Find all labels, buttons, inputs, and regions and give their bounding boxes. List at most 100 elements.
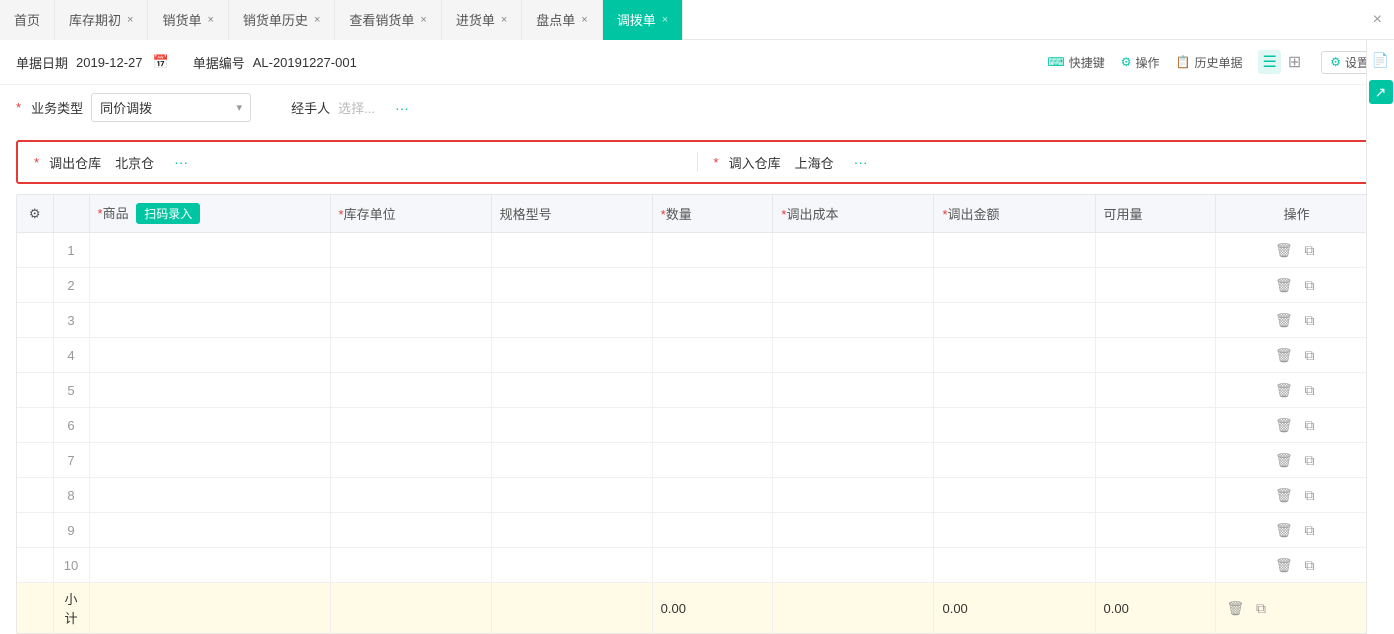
row-qty-cell[interactable] — [652, 268, 773, 303]
row-unit-cell[interactable] — [330, 478, 491, 513]
row-unit-cell[interactable] — [330, 513, 491, 548]
subtotal-delete-icon[interactable]: 🗑 — [1224, 597, 1246, 619]
row-delete-icon[interactable]: 🗑 — [1273, 344, 1295, 366]
handler-select[interactable]: 选择... — [338, 98, 375, 117]
row-product-cell[interactable] — [89, 443, 330, 478]
row-spec-cell[interactable] — [491, 443, 652, 478]
row-amount-cell[interactable] — [934, 513, 1095, 548]
row-cost-cell[interactable] — [773, 408, 934, 443]
row-qty-cell[interactable] — [652, 513, 773, 548]
row-cost-cell[interactable] — [773, 338, 934, 373]
row-unit-cell[interactable] — [330, 233, 491, 268]
tab-close-icon[interactable]: × — [314, 14, 320, 26]
row-amount-cell[interactable] — [934, 233, 1095, 268]
row-qty-cell[interactable] — [652, 373, 773, 408]
row-amount-cell[interactable] — [934, 478, 1095, 513]
tab-home[interactable]: 首页 — [0, 0, 55, 40]
row-delete-icon[interactable]: 🗑 — [1273, 519, 1295, 541]
row-amount-cell[interactable] — [934, 338, 1095, 373]
row-delete-icon[interactable]: 🗑 — [1273, 309, 1295, 331]
row-product-cell[interactable] — [89, 303, 330, 338]
row-copy-icon[interactable]: ⧉ — [1298, 519, 1320, 541]
tab-sales[interactable]: 销货单 × — [148, 0, 228, 40]
row-spec-cell[interactable] — [491, 478, 652, 513]
row-product-cell[interactable] — [89, 338, 330, 373]
handler-more-btn[interactable]: ··· — [395, 100, 409, 116]
row-spec-cell[interactable] — [491, 233, 652, 268]
list-view-icon[interactable]: ☰ — [1258, 50, 1280, 74]
tab-close-icon[interactable]: × — [207, 14, 213, 26]
grid-view-icon[interactable]: ⊞ — [1284, 50, 1305, 74]
row-unit-cell[interactable] — [330, 338, 491, 373]
row-copy-icon[interactable]: ⧉ — [1298, 449, 1320, 471]
row-delete-icon[interactable]: 🗑 — [1273, 484, 1295, 506]
row-copy-icon[interactable]: ⧉ — [1298, 239, 1320, 261]
tab-close-icon[interactable]: × — [581, 14, 587, 26]
row-amount-cell[interactable] — [934, 408, 1095, 443]
history-button[interactable]: 📋 历史单据 — [1176, 54, 1243, 71]
row-delete-icon[interactable]: 🗑 — [1273, 449, 1295, 471]
tab-close-icon[interactable]: × — [662, 14, 668, 26]
tab-inventory[interactable]: 盘点单 × — [522, 0, 602, 40]
row-delete-icon[interactable]: 🗑 — [1273, 239, 1295, 261]
row-cost-cell[interactable] — [773, 443, 934, 478]
row-unit-cell[interactable] — [330, 268, 491, 303]
row-qty-cell[interactable] — [652, 408, 773, 443]
row-spec-cell[interactable] — [491, 408, 652, 443]
row-cost-cell[interactable] — [773, 373, 934, 408]
out-warehouse-more-btn[interactable]: ··· — [174, 154, 188, 170]
row-qty-cell[interactable] — [652, 303, 773, 338]
tab-close-icon[interactable]: × — [501, 14, 507, 26]
row-amount-cell[interactable] — [934, 303, 1095, 338]
business-type-select[interactable]: 同价调拨 ▾ — [91, 93, 251, 122]
row-product-cell[interactable] — [89, 233, 330, 268]
row-product-cell[interactable] — [89, 548, 330, 583]
row-unit-cell[interactable] — [330, 548, 491, 583]
subtotal-copy-icon[interactable]: ⧉ — [1250, 597, 1272, 619]
scan-button[interactable]: 扫码录入 — [136, 203, 200, 224]
row-cost-cell[interactable] — [773, 513, 934, 548]
calendar-icon[interactable]: 📅 — [153, 54, 169, 70]
row-cost-cell[interactable] — [773, 548, 934, 583]
row-qty-cell[interactable] — [652, 478, 773, 513]
row-cost-cell[interactable] — [773, 233, 934, 268]
tab-stock-init[interactable]: 库存期初 × — [55, 0, 148, 40]
sidebar-notes-icon[interactable]: 📄 — [1369, 48, 1393, 72]
row-cost-cell[interactable] — [773, 478, 934, 513]
row-product-cell[interactable] — [89, 513, 330, 548]
th-settings[interactable]: ⚙ — [17, 195, 53, 233]
row-spec-cell[interactable] — [491, 513, 652, 548]
row-copy-icon[interactable]: ⧉ — [1298, 274, 1320, 296]
tab-purchase[interactable]: 进货单 × — [442, 0, 522, 40]
tab-sales-history[interactable]: 销货单历史 × — [229, 0, 335, 40]
row-amount-cell[interactable] — [934, 443, 1095, 478]
row-spec-cell[interactable] — [491, 303, 652, 338]
row-product-cell[interactable] — [89, 408, 330, 443]
row-amount-cell[interactable] — [934, 268, 1095, 303]
row-copy-icon[interactable]: ⧉ — [1298, 344, 1320, 366]
row-qty-cell[interactable] — [652, 338, 773, 373]
row-product-cell[interactable] — [89, 478, 330, 513]
tab-view-sales[interactable]: 查看销货单 × — [335, 0, 441, 40]
row-copy-icon[interactable]: ⧉ — [1298, 309, 1320, 331]
row-qty-cell[interactable] — [652, 548, 773, 583]
ops-button[interactable]: ⚙ 操作 — [1121, 54, 1160, 71]
row-spec-cell[interactable] — [491, 268, 652, 303]
row-delete-icon[interactable]: 🗑 — [1273, 379, 1295, 401]
row-qty-cell[interactable] — [652, 443, 773, 478]
tab-close-icon[interactable]: × — [420, 14, 426, 26]
row-copy-icon[interactable]: ⧉ — [1298, 484, 1320, 506]
row-spec-cell[interactable] — [491, 373, 652, 408]
row-product-cell[interactable] — [89, 373, 330, 408]
tab-close-icon[interactable]: × — [127, 14, 133, 26]
row-amount-cell[interactable] — [934, 548, 1095, 583]
row-delete-icon[interactable]: 🗑 — [1273, 274, 1295, 296]
row-delete-icon[interactable]: 🗑 — [1273, 554, 1295, 576]
row-copy-icon[interactable]: ⧉ — [1298, 414, 1320, 436]
row-spec-cell[interactable] — [491, 548, 652, 583]
sidebar-expand-icon[interactable]: ↗ — [1369, 80, 1393, 104]
row-unit-cell[interactable] — [330, 443, 491, 478]
tab-transfer[interactable]: 调拨单 × — [603, 0, 683, 40]
row-delete-icon[interactable]: 🗑 — [1273, 414, 1295, 436]
row-qty-cell[interactable] — [652, 233, 773, 268]
